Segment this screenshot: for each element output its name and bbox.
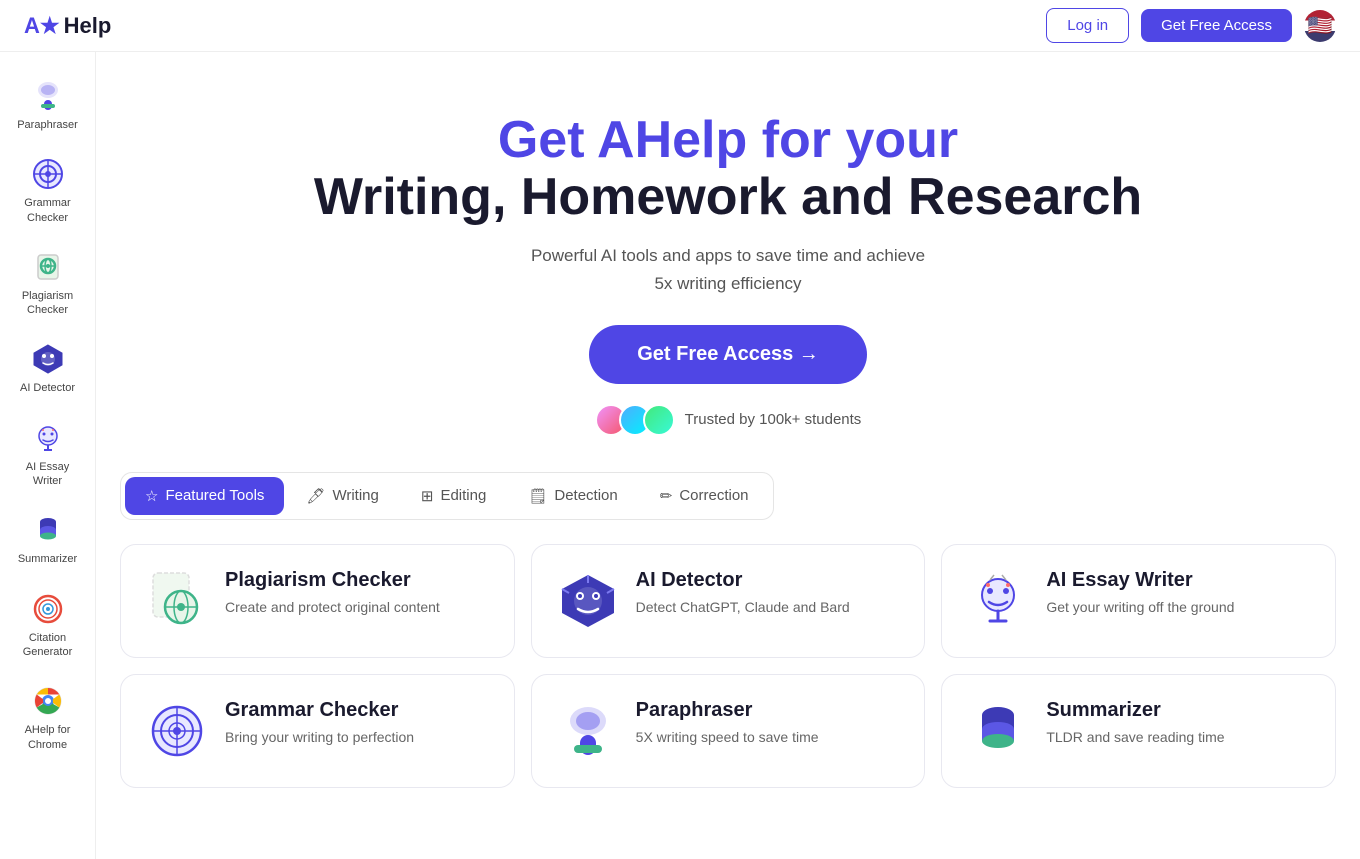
tab-editing-label: Editing <box>440 487 486 504</box>
tab-detection-label: Detection <box>554 487 617 504</box>
ai-detector-sidebar-icon <box>30 341 66 377</box>
tab-writing[interactable]: 🖊 Writing <box>286 477 398 515</box>
tab-correction-label: Correction <box>679 487 748 504</box>
paraphraser-icon <box>30 78 66 114</box>
plagiarism-icon <box>30 249 66 285</box>
tool-card-ai-detector[interactable]: AI Detector Detect ChatGPT, Claude and B… <box>531 544 926 658</box>
sidebar-label-chrome: AHelp for Chrome <box>12 723 84 752</box>
essay-card-info: AI Essay Writer Get your writing off the… <box>1046 569 1311 618</box>
tool-card-paraphraser[interactable]: Paraphraser 5X writing speed to save tim… <box>531 674 926 788</box>
sidebar-label-plagiarism: Plagiarism Checker <box>12 289 84 318</box>
ai-detector-card-info: AI Detector Detect ChatGPT, Claude and B… <box>636 569 901 618</box>
citation-icon <box>30 591 66 627</box>
essay-card-icon <box>966 569 1030 633</box>
summarizer-card-title: Summarizer <box>1046 699 1311 722</box>
plagiarism-card-info: Plagiarism Checker Create and protect or… <box>225 569 490 618</box>
avatar-group <box>595 404 675 436</box>
hero-trust: Trusted by 100k+ students <box>120 404 1336 436</box>
grammar-card-desc: Bring your writing to perfection <box>225 728 490 748</box>
get-free-access-button[interactable]: Get Free Access <box>1141 9 1292 42</box>
tab-editing[interactable]: ⊞ Editing <box>401 477 506 515</box>
sidebar-item-summarizer[interactable]: Summarizer <box>4 502 92 576</box>
ai-detector-card-title: AI Detector <box>636 569 901 592</box>
tab-featured[interactable]: ☆ Featured Tools <box>125 477 284 515</box>
grammar-card-icon <box>145 699 209 763</box>
hero-section: Get AHelp for your Writing, Homework and… <box>120 92 1336 472</box>
plagiarism-card-icon <box>145 569 209 633</box>
summarizer-sidebar-icon <box>30 512 66 548</box>
avatar-3 <box>643 404 675 436</box>
sidebar-label-grammar: Grammar Checker <box>12 196 84 225</box>
tool-card-summarizer[interactable]: Summarizer TLDR and save reading time <box>941 674 1336 788</box>
sidebar: Paraphraser Grammar Checker <box>0 52 96 859</box>
paraphraser-card-desc: 5X writing speed to save time <box>636 728 901 748</box>
tab-writing-label: Writing <box>332 487 378 504</box>
sidebar-label-ai-detector: AI Detector <box>20 381 75 395</box>
tabs-section: ☆ Featured Tools 🖊 Writing ⊞ Editing 🗒 D… <box>120 472 1336 520</box>
logo-text: Help <box>64 13 112 39</box>
summarizer-card-info: Summarizer TLDR and save reading time <box>1046 699 1311 748</box>
tab-writing-icon: 🖊 <box>306 487 325 505</box>
header: A★Help Log in Get Free Access 🇺🇸 <box>0 0 1360 52</box>
sidebar-label-essay-writer: AI Essay Writer <box>12 460 84 489</box>
tab-correction-icon: ✏ <box>660 487 673 505</box>
sidebar-item-grammar-checker[interactable]: Grammar Checker <box>4 146 92 235</box>
summarizer-card-icon <box>966 699 1030 763</box>
logo[interactable]: A★Help <box>24 13 111 39</box>
tools-grid: Plagiarism Checker Create and protect or… <box>120 544 1336 788</box>
tab-correction[interactable]: ✏ Correction <box>640 477 769 515</box>
sidebar-label-summarizer: Summarizer <box>18 552 77 566</box>
chrome-icon <box>30 683 66 719</box>
app-layout: Paraphraser Grammar Checker <box>0 0 1360 828</box>
sidebar-label-paraphraser: Paraphraser <box>17 118 78 132</box>
essay-card-desc: Get your writing off the ground <box>1046 598 1311 618</box>
sidebar-item-ai-essay-writer[interactable]: AI Essay Writer <box>4 410 92 499</box>
sidebar-item-plagiarism-checker[interactable]: Plagiarism Checker <box>4 239 92 328</box>
sidebar-label-citation: Citation Generator <box>12 631 84 660</box>
essay-card-title: AI Essay Writer <box>1046 569 1311 592</box>
sidebar-item-chrome[interactable]: AHelp for Chrome <box>4 673 92 762</box>
plagiarism-card-title: Plagiarism Checker <box>225 569 490 592</box>
ai-detector-card-icon <box>556 569 620 633</box>
tab-featured-label: Featured Tools <box>165 487 264 504</box>
tab-editing-icon: ⊞ <box>421 487 434 505</box>
tabs-bar: ☆ Featured Tools 🖊 Writing ⊞ Editing 🗒 D… <box>120 472 774 520</box>
plagiarism-card-desc: Create and protect original content <box>225 598 490 618</box>
logo-star: A★ <box>24 13 60 39</box>
sidebar-item-citation-generator[interactable]: Citation Generator <box>4 581 92 670</box>
tool-card-ai-essay-writer[interactable]: AI Essay Writer Get your writing off the… <box>941 544 1336 658</box>
main-content: Get AHelp for your Writing, Homework and… <box>96 52 1360 828</box>
tab-featured-icon: ☆ <box>145 487 158 505</box>
sidebar-item-paraphraser[interactable]: Paraphraser <box>4 68 92 142</box>
paraphraser-card-title: Paraphraser <box>636 699 901 722</box>
paraphraser-card-info: Paraphraser 5X writing speed to save tim… <box>636 699 901 748</box>
language-flag[interactable]: 🇺🇸 <box>1304 10 1336 42</box>
summarizer-card-desc: TLDR and save reading time <box>1046 728 1311 748</box>
login-button[interactable]: Log in <box>1046 8 1129 43</box>
essay-icon <box>30 420 66 456</box>
trust-text: Trusted by 100k+ students <box>685 411 862 428</box>
tab-detection[interactable]: 🗒 Detection <box>508 477 637 515</box>
hero-title-bottom: Writing, Homework and Research <box>120 169 1336 226</box>
paraphraser-card-icon <box>556 699 620 763</box>
grammar-card-info: Grammar Checker Bring your writing to pe… <box>225 699 490 748</box>
header-actions: Log in Get Free Access 🇺🇸 <box>1046 8 1336 43</box>
tool-card-grammar-checker[interactable]: Grammar Checker Bring your writing to pe… <box>120 674 515 788</box>
hero-cta-button[interactable]: Get Free Access → <box>589 325 867 384</box>
grammar-icon <box>30 156 66 192</box>
hero-subtitle: Powerful AI tools and apps to save time … <box>120 242 1336 296</box>
hero-title-top: Get AHelp for your <box>120 112 1336 169</box>
ai-detector-card-desc: Detect ChatGPT, Claude and Bard <box>636 598 901 618</box>
tab-detection-icon: 🗒 <box>528 487 547 505</box>
grammar-card-title: Grammar Checker <box>225 699 490 722</box>
sidebar-item-ai-detector[interactable]: AI Detector <box>4 331 92 405</box>
tool-card-plagiarism-checker[interactable]: Plagiarism Checker Create and protect or… <box>120 544 515 658</box>
